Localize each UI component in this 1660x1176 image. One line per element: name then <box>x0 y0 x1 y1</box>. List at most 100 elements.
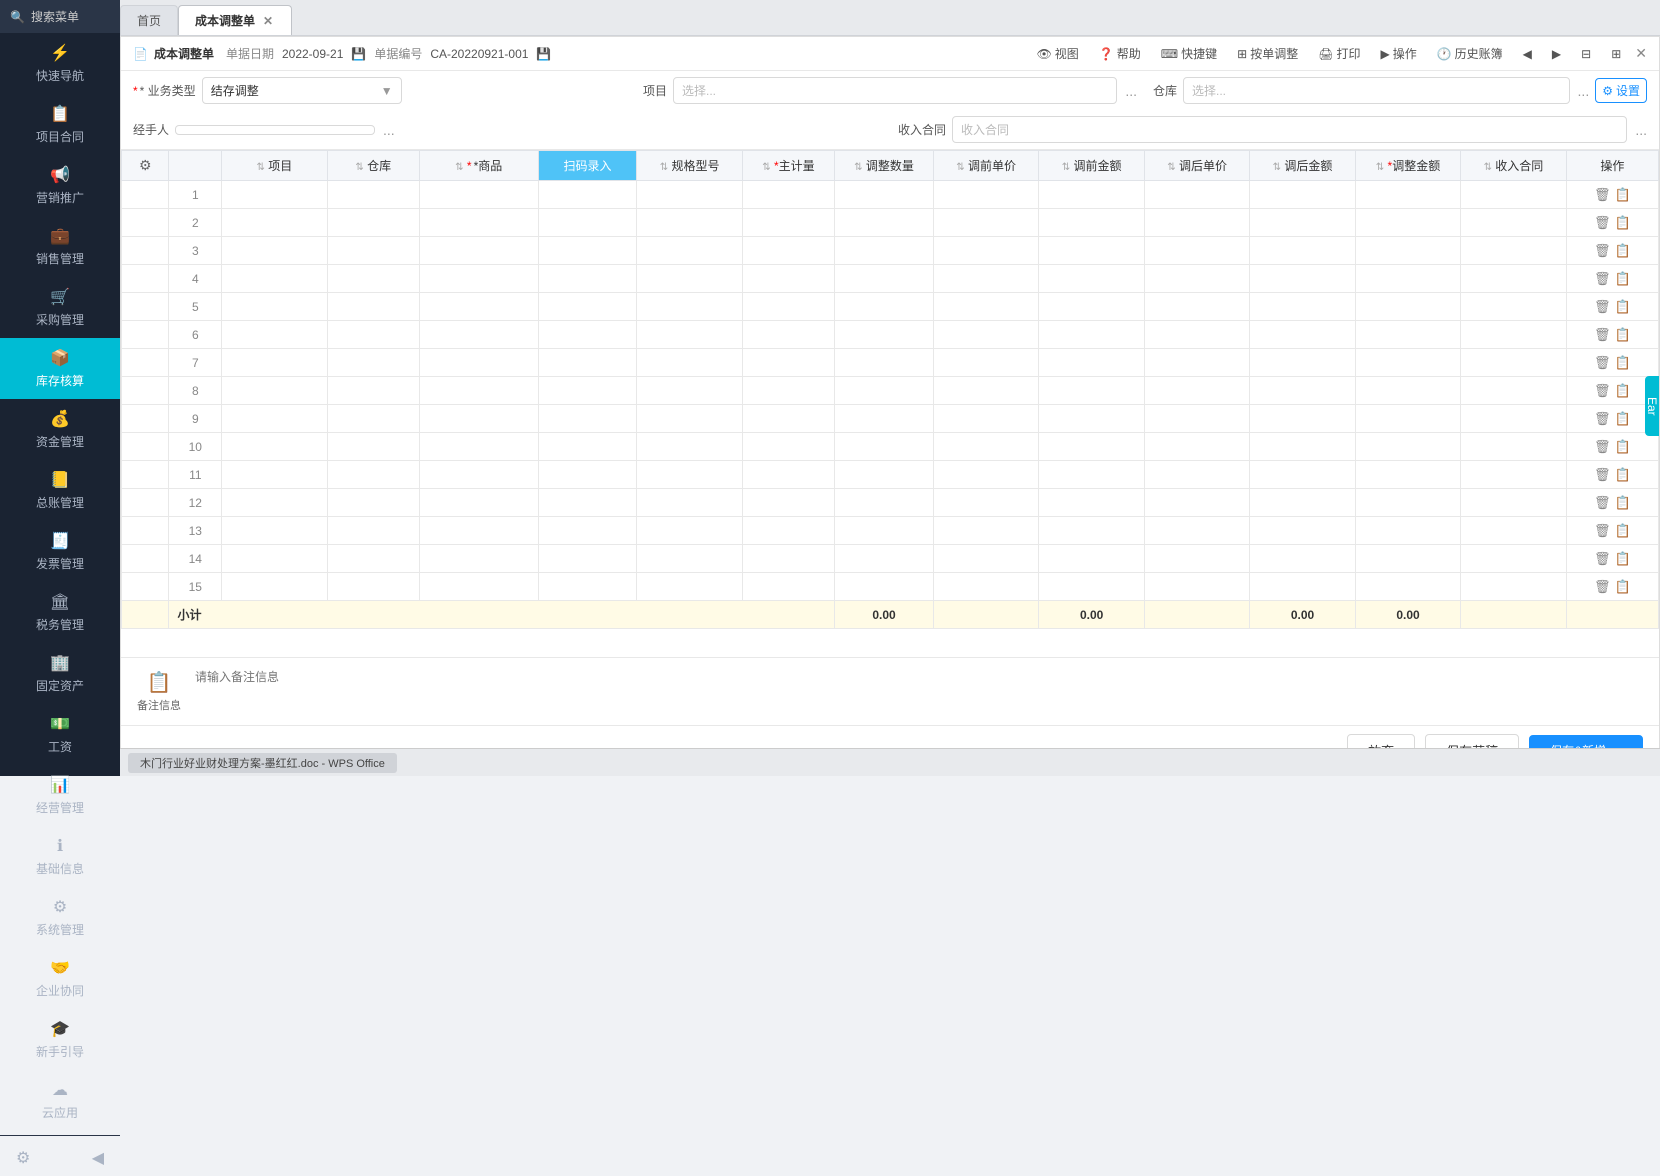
row-post-price-cell[interactable] <box>1144 321 1249 349</box>
row-post-amt-cell[interactable] <box>1250 405 1355 433</box>
row-pre-amt-cell[interactable] <box>1039 377 1144 405</box>
grid-view2-btn[interactable]: ⊞ <box>1605 45 1627 63</box>
col-header-warehouse[interactable]: ⇅ 仓库 <box>327 151 419 181</box>
row-warehouse-cell[interactable] <box>327 181 419 209</box>
row-delete-icon[interactable]: 🗑 <box>1594 243 1611 259</box>
row-pre-amt-cell[interactable] <box>1039 349 1144 377</box>
row-post-amt-cell[interactable] <box>1250 293 1355 321</box>
row-pre-amt-cell[interactable] <box>1039 265 1144 293</box>
row-pre-amt-cell[interactable] <box>1039 321 1144 349</box>
row-product-cell[interactable] <box>419 209 538 237</box>
sidebar-item-fixed-assets[interactable]: 🏢 固定资产 <box>0 643 120 704</box>
row-product-cell[interactable] <box>419 321 538 349</box>
row-income-cell[interactable] <box>1461 405 1566 433</box>
col-header-project[interactable]: ⇅ 项目 <box>222 151 327 181</box>
row-product-cell[interactable] <box>419 573 538 601</box>
sidebar-item-operations-mgmt[interactable]: 📊 经营管理 <box>0 765 120 826</box>
row-unit-cell[interactable] <box>742 573 834 601</box>
row-pre-amt-cell[interactable] <box>1039 573 1144 601</box>
agent-more-btn[interactable]: ... <box>383 122 395 138</box>
row-spec-cell[interactable] <box>637 181 742 209</box>
row-product-cell[interactable] <box>419 377 538 405</box>
row-delete-icon[interactable]: 🗑 <box>1594 355 1611 371</box>
row-scan-cell[interactable] <box>538 461 637 489</box>
sidebar-item-sales-promotion[interactable]: 📢 营销推广 <box>0 155 120 216</box>
sidebar-item-capital-mgmt[interactable]: 💰 资金管理 <box>0 399 120 460</box>
sidebar-item-tax-mgmt[interactable]: 🏛 税务管理 <box>0 582 120 643</box>
row-copy-icon[interactable]: 📋 <box>1615 439 1631 455</box>
row-unit-cell[interactable] <box>742 517 834 545</box>
row-product-cell[interactable] <box>419 517 538 545</box>
row-warehouse-cell[interactable] <box>327 237 419 265</box>
row-post-amt-cell[interactable] <box>1250 433 1355 461</box>
no-save-icon[interactable]: 💾 <box>536 47 551 61</box>
row-product-cell[interactable] <box>419 237 538 265</box>
row-warehouse-cell[interactable] <box>327 265 419 293</box>
row-income-cell[interactable] <box>1461 573 1566 601</box>
row-scan-cell[interactable] <box>538 349 637 377</box>
row-spec-cell[interactable] <box>637 489 742 517</box>
row-product-cell[interactable] <box>419 293 538 321</box>
col-header-post-price[interactable]: ⇅ 调后单价 <box>1144 151 1249 181</box>
sidebar-item-basic-info[interactable]: ℹ 基础信息 <box>0 826 120 887</box>
row-qty-cell[interactable] <box>835 377 934 405</box>
row-spec-cell[interactable] <box>637 293 742 321</box>
row-spec-cell[interactable] <box>637 237 742 265</box>
row-copy-icon[interactable]: 📋 <box>1615 327 1631 343</box>
sidebar-item-system-mgmt[interactable]: ⚙ 系统管理 <box>0 887 120 948</box>
row-product-cell[interactable] <box>419 545 538 573</box>
row-project-cell[interactable] <box>222 209 327 237</box>
row-income-cell[interactable] <box>1461 293 1566 321</box>
row-adjust-amt-cell[interactable] <box>1355 433 1460 461</box>
row-qty-cell[interactable] <box>835 237 934 265</box>
row-product-cell[interactable] <box>419 461 538 489</box>
row-post-price-cell[interactable] <box>1144 293 1249 321</box>
row-pre-price-cell[interactable] <box>933 181 1038 209</box>
sidebar-item-salary[interactable]: 💵 工资 <box>0 704 120 765</box>
row-warehouse-cell[interactable] <box>327 349 419 377</box>
row-delete-icon[interactable]: 🗑 <box>1594 411 1611 427</box>
row-income-cell[interactable] <box>1461 349 1566 377</box>
right-edge-indicator[interactable]: Ear <box>1645 376 1659 436</box>
row-pre-amt-cell[interactable] <box>1039 293 1144 321</box>
history-btn[interactable]: 🕐 历史账簿 <box>1431 43 1509 64</box>
row-product-cell[interactable] <box>419 433 538 461</box>
row-pre-price-cell[interactable] <box>933 461 1038 489</box>
row-pre-amt-cell[interactable] <box>1039 433 1144 461</box>
row-project-cell[interactable] <box>222 489 327 517</box>
row-product-cell[interactable] <box>419 265 538 293</box>
row-warehouse-cell[interactable] <box>327 517 419 545</box>
row-qty-cell[interactable] <box>835 321 934 349</box>
note-icon-btn[interactable]: 📋 备注信息 <box>133 666 185 717</box>
row-copy-icon[interactable]: 📋 <box>1615 495 1631 511</box>
row-adjust-amt-cell[interactable] <box>1355 181 1460 209</box>
sidebar-item-quick-nav[interactable]: ⚡ 快速导航 <box>0 33 120 94</box>
row-copy-icon[interactable]: 📋 <box>1615 355 1631 371</box>
row-project-cell[interactable] <box>222 517 327 545</box>
row-copy-icon[interactable]: 📋 <box>1615 523 1631 539</box>
col-header-scan[interactable]: 扫码录入 <box>538 151 637 181</box>
row-adjust-amt-cell[interactable] <box>1355 377 1460 405</box>
row-post-price-cell[interactable] <box>1144 237 1249 265</box>
row-copy-icon[interactable]: 📋 <box>1615 271 1631 287</box>
sidebar-item-newbie[interactable]: 🎓 新手引导 <box>0 1009 120 1070</box>
row-scan-cell[interactable] <box>538 293 637 321</box>
row-post-amt-cell[interactable] <box>1250 573 1355 601</box>
row-qty-cell[interactable] <box>835 461 934 489</box>
row-pre-price-cell[interactable] <box>933 377 1038 405</box>
row-post-amt-cell[interactable] <box>1250 517 1355 545</box>
warehouse-input[interactable]: 选择... <box>1183 77 1570 104</box>
row-post-price-cell[interactable] <box>1144 489 1249 517</box>
row-income-cell[interactable] <box>1461 321 1566 349</box>
row-delete-icon[interactable]: 🗑 <box>1594 215 1611 231</box>
row-adjust-amt-cell[interactable] <box>1355 321 1460 349</box>
sidebar-item-inventory-calc[interactable]: 📦 库存核算 <box>0 338 120 399</box>
row-post-amt-cell[interactable] <box>1250 489 1355 517</box>
row-scan-cell[interactable] <box>538 265 637 293</box>
row-scan-cell[interactable] <box>538 405 637 433</box>
row-adjust-amt-cell[interactable] <box>1355 545 1460 573</box>
row-project-cell[interactable] <box>222 349 327 377</box>
row-product-cell[interactable] <box>419 405 538 433</box>
row-delete-icon[interactable]: 🗑 <box>1594 495 1611 511</box>
row-spec-cell[interactable] <box>637 321 742 349</box>
